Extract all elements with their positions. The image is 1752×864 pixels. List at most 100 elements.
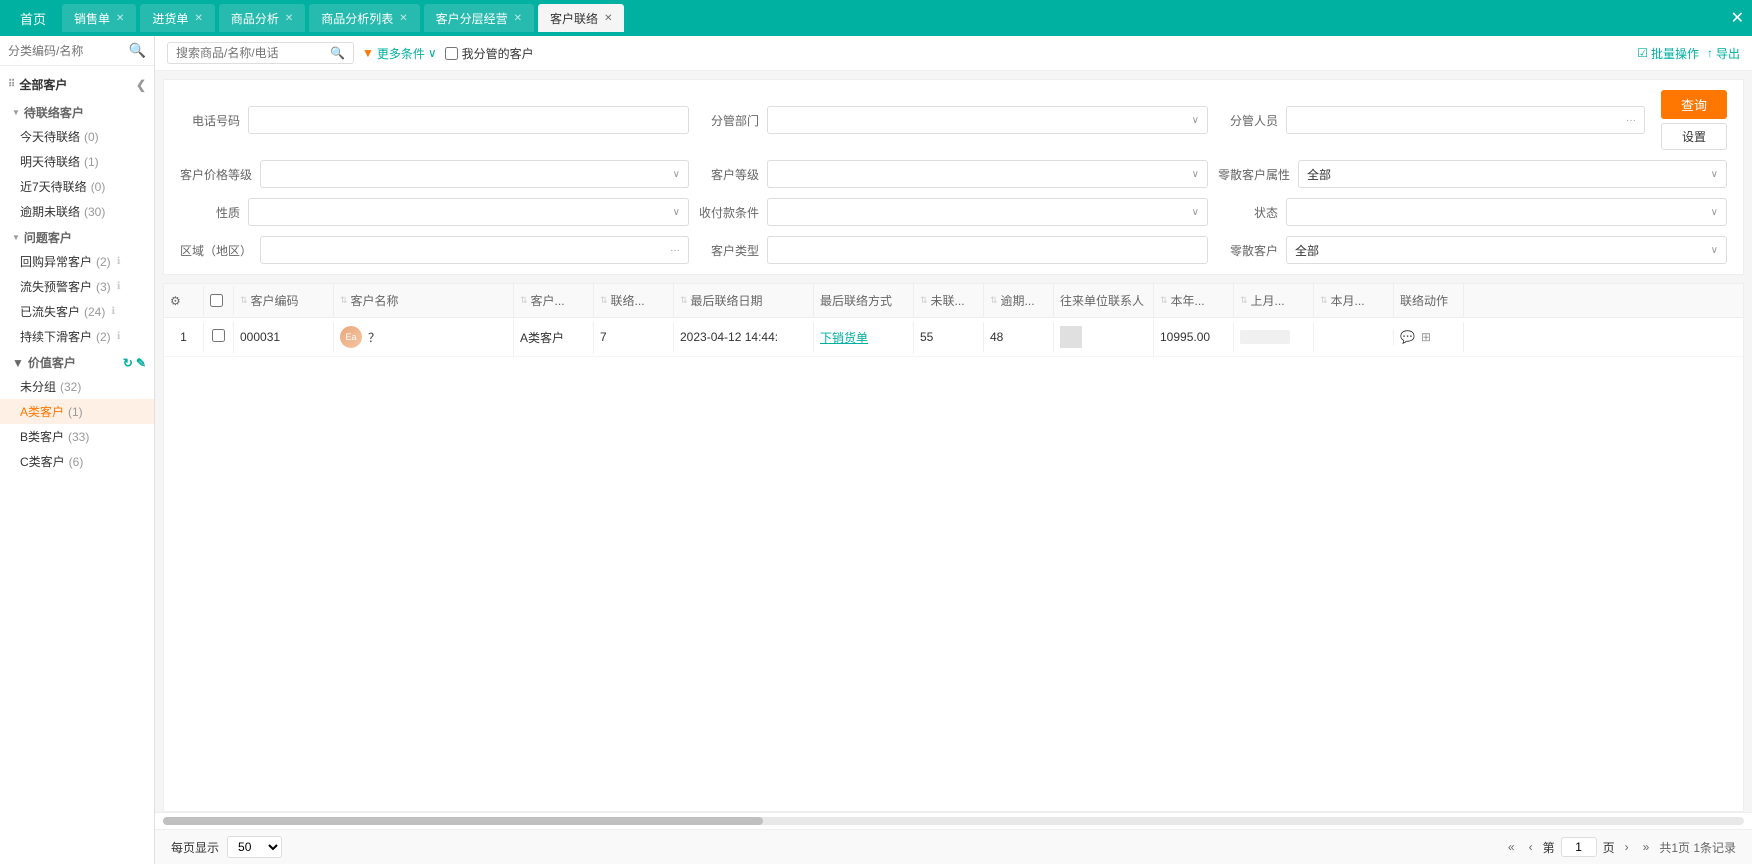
sidebar-item-tomorrow[interactable]: 明天待联络 (1) [0, 149, 154, 174]
close-tab-customer-contact[interactable]: ✕ [604, 13, 612, 24]
toolbar: 🔍 ▼ 更多条件 ∨ 我分管的客户 ☑ 批量操作 ↑ 导出 [155, 36, 1752, 71]
more-filter-button[interactable]: ▼ 更多条件 ∨ [362, 45, 437, 62]
sidebar-item-unclassified[interactable]: 未分组 (32) [0, 374, 154, 399]
sort-icon: ⇅ [1320, 295, 1328, 306]
cell-lastway[interactable]: 下销货单 [814, 321, 914, 354]
cell-name: Ea ？ [334, 318, 514, 356]
nav-tab-sales[interactable]: 销售单 ✕ [62, 4, 136, 32]
price-grade-select[interactable]: ∨ [260, 160, 689, 188]
col-header-contact: ⇅ 联络... [594, 284, 674, 317]
refresh-icon[interactable]: ↻ [123, 356, 133, 370]
my-customers-filter[interactable]: 我分管的客户 [445, 45, 534, 62]
status-select[interactable]: ∨ [1286, 198, 1727, 226]
cell-unit-contacts [1054, 318, 1154, 356]
my-customers-checkbox[interactable] [445, 47, 458, 60]
customer-grade-select[interactable]: ∨ [767, 160, 1208, 188]
content-area: 🔍 ▼ 更多条件 ∨ 我分管的客户 ☑ 批量操作 ↑ 导出 [155, 36, 1752, 864]
page-number-input[interactable] [1561, 837, 1597, 857]
nav-tab-analysis[interactable]: 商品分析 ✕ [219, 4, 305, 32]
dots-icon: ··· [1626, 115, 1636, 126]
close-tab-sales[interactable]: ✕ [116, 13, 124, 24]
select-all-checkbox[interactable] [210, 294, 223, 307]
row-checkbox[interactable] [212, 329, 225, 342]
nav-tab-customer-contact[interactable]: 客户联络 ✕ [538, 4, 624, 32]
nav-tab-purchase[interactable]: 进货单 ✕ [140, 4, 214, 32]
sidebar-item-overdue[interactable]: 逾期未联络 (30) [0, 199, 154, 224]
col-header-thismonth: ⇅ 本月... [1314, 284, 1394, 317]
sidebar-search-input[interactable] [8, 44, 125, 58]
page-label: 第 [1543, 839, 1555, 856]
last-page-button[interactable]: » [1639, 838, 1654, 856]
info-icon: ℹ [117, 281, 121, 292]
sidebar-all-customers[interactable]: ⠿ 全部客户 ❮ [0, 70, 154, 99]
my-customers-label: 我分管的客户 [462, 45, 534, 62]
horizontal-scrollbar[interactable] [155, 812, 1752, 829]
cell-check[interactable] [204, 321, 234, 353]
sidebar-item-today[interactable]: 今天待联络 (0) [0, 124, 154, 149]
qr-icon[interactable]: ⊞ [1421, 330, 1431, 344]
item-label: 已流失客户 [20, 303, 80, 320]
dept-select[interactable]: ∨ [767, 106, 1208, 134]
sidebar-item-abnormal[interactable]: 回购异常客户 (2) ℹ [0, 249, 154, 274]
cell-no: 1 [164, 322, 204, 352]
sidebar-item-class-c[interactable]: C类客户 (6) [0, 449, 154, 474]
payment-select[interactable]: ∨ [767, 198, 1208, 226]
search-icon[interactable]: 🔍 [330, 46, 345, 60]
sidebar-item-class-b[interactable]: B类客户 (33) [0, 424, 154, 449]
person-input[interactable]: ··· [1286, 106, 1645, 134]
gear-icon[interactable]: ⚙ [170, 294, 181, 308]
edit-icon[interactable]: ✎ [136, 356, 146, 370]
phone-input[interactable] [248, 106, 689, 134]
cell-overdue: 48 [984, 322, 1054, 352]
sidebar-item-declining[interactable]: 持续下滑客户 (2) ℹ [0, 324, 154, 349]
close-tab-analysis[interactable]: ✕ [285, 13, 293, 24]
sidebar-item-churn-warn[interactable]: 流失预警客户 (3) ℹ [0, 274, 154, 299]
item-label: B类客户 [20, 428, 64, 445]
close-tab-customer-tier[interactable]: ✕ [514, 13, 522, 24]
prev-page-button[interactable]: ‹ [1525, 838, 1537, 856]
sidebar-item-churned[interactable]: 已流失客户 (24) ℹ [0, 299, 154, 324]
customer-type-input[interactable] [767, 236, 1208, 264]
collapse-icon[interactable]: ❮ [136, 78, 146, 92]
next-page-button[interactable]: › [1621, 838, 1633, 856]
scroll-thumb[interactable] [163, 817, 763, 825]
settings-button[interactable]: 设置 [1661, 123, 1727, 150]
cell-thismonth [1314, 329, 1394, 345]
payment-label: 收付款条件 [699, 204, 759, 221]
chevron-down-icon: ∨ [1192, 115, 1199, 126]
nav-tab-analysis-list[interactable]: 商品分析列表 ✕ [309, 4, 419, 32]
close-tab-analysis-list[interactable]: ✕ [399, 13, 407, 24]
col-header-thisyear: ⇅ 本年... [1154, 284, 1234, 317]
close-tab-purchase[interactable]: ✕ [194, 13, 202, 24]
scroll-track [163, 817, 1744, 825]
retail-attr-select[interactable]: 全部 ∨ [1298, 160, 1727, 188]
dots-icon: ··· [670, 245, 680, 256]
sidebar-search-icon[interactable]: 🔍 [129, 42, 146, 59]
sidebar-item-class-a[interactable]: A类客户 (1) [0, 399, 154, 424]
search-box: 🔍 [167, 42, 354, 64]
batch-ops-button[interactable]: ☑ 批量操作 [1637, 45, 1699, 62]
group-value-actions: ↻ ✎ [123, 356, 146, 370]
nature-select[interactable]: ∨ [248, 198, 689, 226]
batch-label: 批量操作 [1651, 45, 1699, 62]
query-button[interactable]: 查询 [1661, 90, 1727, 119]
region-input[interactable]: ··· [260, 236, 689, 264]
export-button[interactable]: ↑ 导出 [1707, 45, 1740, 62]
item-count: (2) [96, 330, 111, 344]
first-page-button[interactable]: « [1504, 838, 1519, 856]
retail-customer-select[interactable]: 全部 ∨ [1286, 236, 1727, 264]
group-value-label: 价值客户 [28, 354, 76, 371]
col-label: 逾期... [1001, 292, 1035, 309]
message-icon[interactable]: 💬 [1400, 330, 1415, 344]
nav-home[interactable]: 首页 [8, 9, 58, 28]
sidebar-item-7days[interactable]: 近7天待联络 (0) [0, 174, 154, 199]
person-label: 分管人员 [1218, 112, 1278, 129]
page-size-select[interactable]: 50 100 200 [227, 836, 282, 858]
close-all-button[interactable]: ✕ [1731, 8, 1744, 28]
retail-attr-label: 零散客户属性 [1218, 166, 1290, 183]
nav-tab-customer-tier[interactable]: 客户分层经营 ✕ [424, 4, 534, 32]
filter-icon: ▼ [362, 46, 374, 60]
col-label: 客户名称 [351, 292, 399, 309]
col-header-check[interactable] [204, 286, 234, 315]
search-input[interactable] [176, 46, 326, 60]
